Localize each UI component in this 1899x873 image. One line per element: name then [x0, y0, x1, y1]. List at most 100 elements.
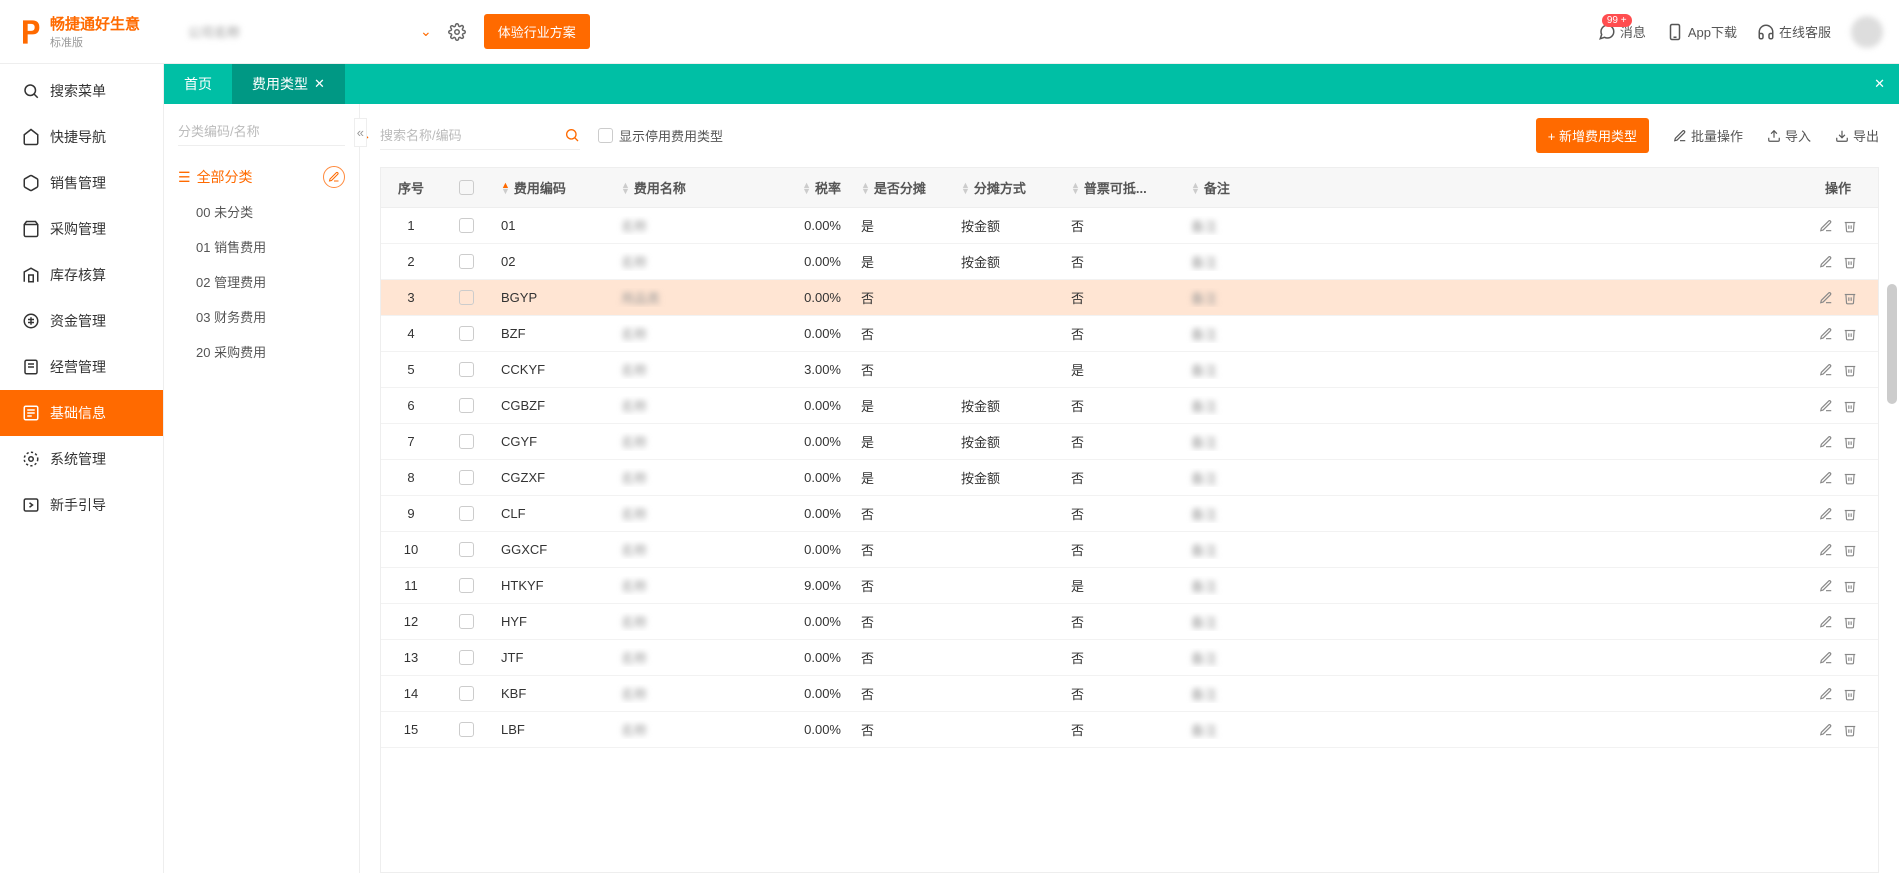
delete-icon[interactable]	[1843, 327, 1857, 341]
delete-icon[interactable]	[1843, 255, 1857, 269]
table-row[interactable]: 14KBF名称0.00%否否备注	[381, 676, 1878, 712]
edit-icon[interactable]	[1819, 327, 1833, 341]
cell-checkbox[interactable]	[441, 470, 491, 485]
edit-icon[interactable]	[1819, 471, 1833, 485]
tree-item[interactable]: 01 销售费用	[164, 229, 359, 264]
cell-checkbox[interactable]	[441, 686, 491, 701]
table-row[interactable]: 6CGBZF名称0.00%是按金额否备注	[381, 388, 1878, 424]
edit-icon[interactable]	[1819, 507, 1833, 521]
delete-icon[interactable]	[1843, 435, 1857, 449]
delete-icon[interactable]	[1843, 615, 1857, 629]
cell-checkbox[interactable]	[441, 398, 491, 413]
cell-checkbox[interactable]	[441, 506, 491, 521]
tree-item[interactable]: 00 未分类	[164, 194, 359, 229]
show-disabled-checkbox[interactable]: 显示停用费用类型	[598, 126, 723, 145]
tree-item[interactable]: 03 财务费用	[164, 299, 359, 334]
cell-checkbox[interactable]	[441, 542, 491, 557]
delete-icon[interactable]	[1843, 219, 1857, 233]
download-link[interactable]: App下载	[1666, 22, 1737, 41]
edit-icon[interactable]	[1819, 543, 1833, 557]
delete-icon[interactable]	[1843, 291, 1857, 305]
sidebar-item[interactable]: 搜索菜单	[0, 68, 163, 114]
cell-checkbox[interactable]	[441, 362, 491, 377]
edit-icon[interactable]	[1819, 363, 1833, 377]
sidebar-item[interactable]: 基础信息	[0, 390, 163, 436]
tab-expense-type[interactable]: 费用类型 ✕	[232, 64, 345, 104]
cell-checkbox[interactable]	[441, 290, 491, 305]
col-index[interactable]: 序号	[381, 178, 441, 197]
table-row[interactable]: 101名称0.00%是按金额否备注	[381, 208, 1878, 244]
experience-button[interactable]: 体验行业方案	[484, 14, 590, 49]
delete-icon[interactable]	[1843, 363, 1857, 377]
cell-checkbox[interactable]	[441, 434, 491, 449]
table-row[interactable]: 15LBF名称0.00%否否备注	[381, 712, 1878, 748]
edit-icon[interactable]	[1819, 291, 1833, 305]
delete-icon[interactable]	[1843, 543, 1857, 557]
edit-icon[interactable]	[1819, 399, 1833, 413]
delete-icon[interactable]	[1843, 579, 1857, 593]
table-row[interactable]: 5CCKYF名称3.00%否是备注	[381, 352, 1878, 388]
table-row[interactable]: 12HYF名称0.00%否否备注	[381, 604, 1878, 640]
edit-icon[interactable]	[1819, 687, 1833, 701]
cell-checkbox[interactable]	[441, 254, 491, 269]
cell-checkbox[interactable]	[441, 326, 491, 341]
import-button[interactable]: 导入	[1767, 126, 1811, 145]
col-note[interactable]: ▲▼备注	[1181, 178, 1798, 197]
col-rate[interactable]: ▲▼税率	[771, 178, 851, 197]
sidebar-item[interactable]: 资金管理	[0, 298, 163, 344]
batch-button[interactable]: 批量操作	[1673, 126, 1743, 145]
table-row[interactable]: 202名称0.00%是按金额否备注	[381, 244, 1878, 280]
org-name[interactable]: 公司名称	[188, 22, 240, 41]
table-row[interactable]: 3BGYP用品类0.00%否否备注	[381, 280, 1878, 316]
close-icon[interactable]: ✕	[314, 76, 325, 92]
table-row[interactable]: 11HTKYF名称9.00%否是备注	[381, 568, 1878, 604]
table-row[interactable]: 13JTF名称0.00%否否备注	[381, 640, 1878, 676]
delete-icon[interactable]	[1843, 651, 1857, 665]
table-row[interactable]: 8CGZXF名称0.00%是按金额否备注	[381, 460, 1878, 496]
chevron-down-icon[interactable]: ⌄	[420, 23, 432, 40]
sidebar-item[interactable]: 系统管理	[0, 436, 163, 482]
edit-icon[interactable]	[1819, 723, 1833, 737]
edit-icon[interactable]	[1819, 255, 1833, 269]
delete-icon[interactable]	[1843, 687, 1857, 701]
table-row[interactable]: 4BZF名称0.00%否否备注	[381, 316, 1878, 352]
sidebar-item[interactable]: 库存核算	[0, 252, 163, 298]
col-checkbox[interactable]	[441, 180, 491, 195]
edit-icon[interactable]	[1819, 435, 1833, 449]
cell-checkbox[interactable]	[441, 614, 491, 629]
col-code[interactable]: ▲▼费用编码	[491, 178, 611, 197]
delete-icon[interactable]	[1843, 471, 1857, 485]
table-row[interactable]: 10GGXCF名称0.00%否否备注	[381, 532, 1878, 568]
col-deduct[interactable]: ▲▼普票可抵...	[1061, 178, 1181, 197]
sidebar-item[interactable]: 采购管理	[0, 206, 163, 252]
message-link[interactable]: 99 + 消息	[1598, 22, 1646, 41]
sidebar-item[interactable]: 经营管理	[0, 344, 163, 390]
export-button[interactable]: 导出	[1835, 126, 1879, 145]
cell-checkbox[interactable]	[441, 578, 491, 593]
tab-home[interactable]: 首页	[164, 64, 232, 104]
table-row[interactable]: 9CLF名称0.00%否否备注	[381, 496, 1878, 532]
edit-icon[interactable]	[1819, 219, 1833, 233]
service-link[interactable]: 在线客服	[1757, 22, 1831, 41]
cell-checkbox[interactable]	[441, 722, 491, 737]
delete-icon[interactable]	[1843, 399, 1857, 413]
tree-item[interactable]: 20 采购费用	[164, 334, 359, 369]
col-name[interactable]: ▲▼费用名称	[611, 178, 771, 197]
scrollbar[interactable]	[1887, 284, 1897, 404]
tree-root[interactable]: ☰ 全部分类	[164, 160, 359, 194]
col-share[interactable]: ▲▼是否分摊	[851, 178, 951, 197]
avatar[interactable]	[1851, 16, 1883, 48]
delete-icon[interactable]	[1843, 507, 1857, 521]
sidebar-item[interactable]: 销售管理	[0, 160, 163, 206]
edit-icon[interactable]	[1819, 579, 1833, 593]
tabs-close-all[interactable]: ✕	[1860, 64, 1899, 104]
sidebar-item[interactable]: 新手引导	[0, 482, 163, 528]
table-row[interactable]: 7CGYF名称0.00%是按金额否备注	[381, 424, 1878, 460]
edit-icon[interactable]	[1819, 615, 1833, 629]
sidebar-item[interactable]: 快捷导航	[0, 114, 163, 160]
search-icon[interactable]	[564, 127, 580, 143]
table-search-input[interactable]	[380, 122, 564, 149]
col-method[interactable]: ▲▼分摊方式	[951, 178, 1061, 197]
edit-icon[interactable]	[323, 166, 345, 188]
delete-icon[interactable]	[1843, 723, 1857, 737]
